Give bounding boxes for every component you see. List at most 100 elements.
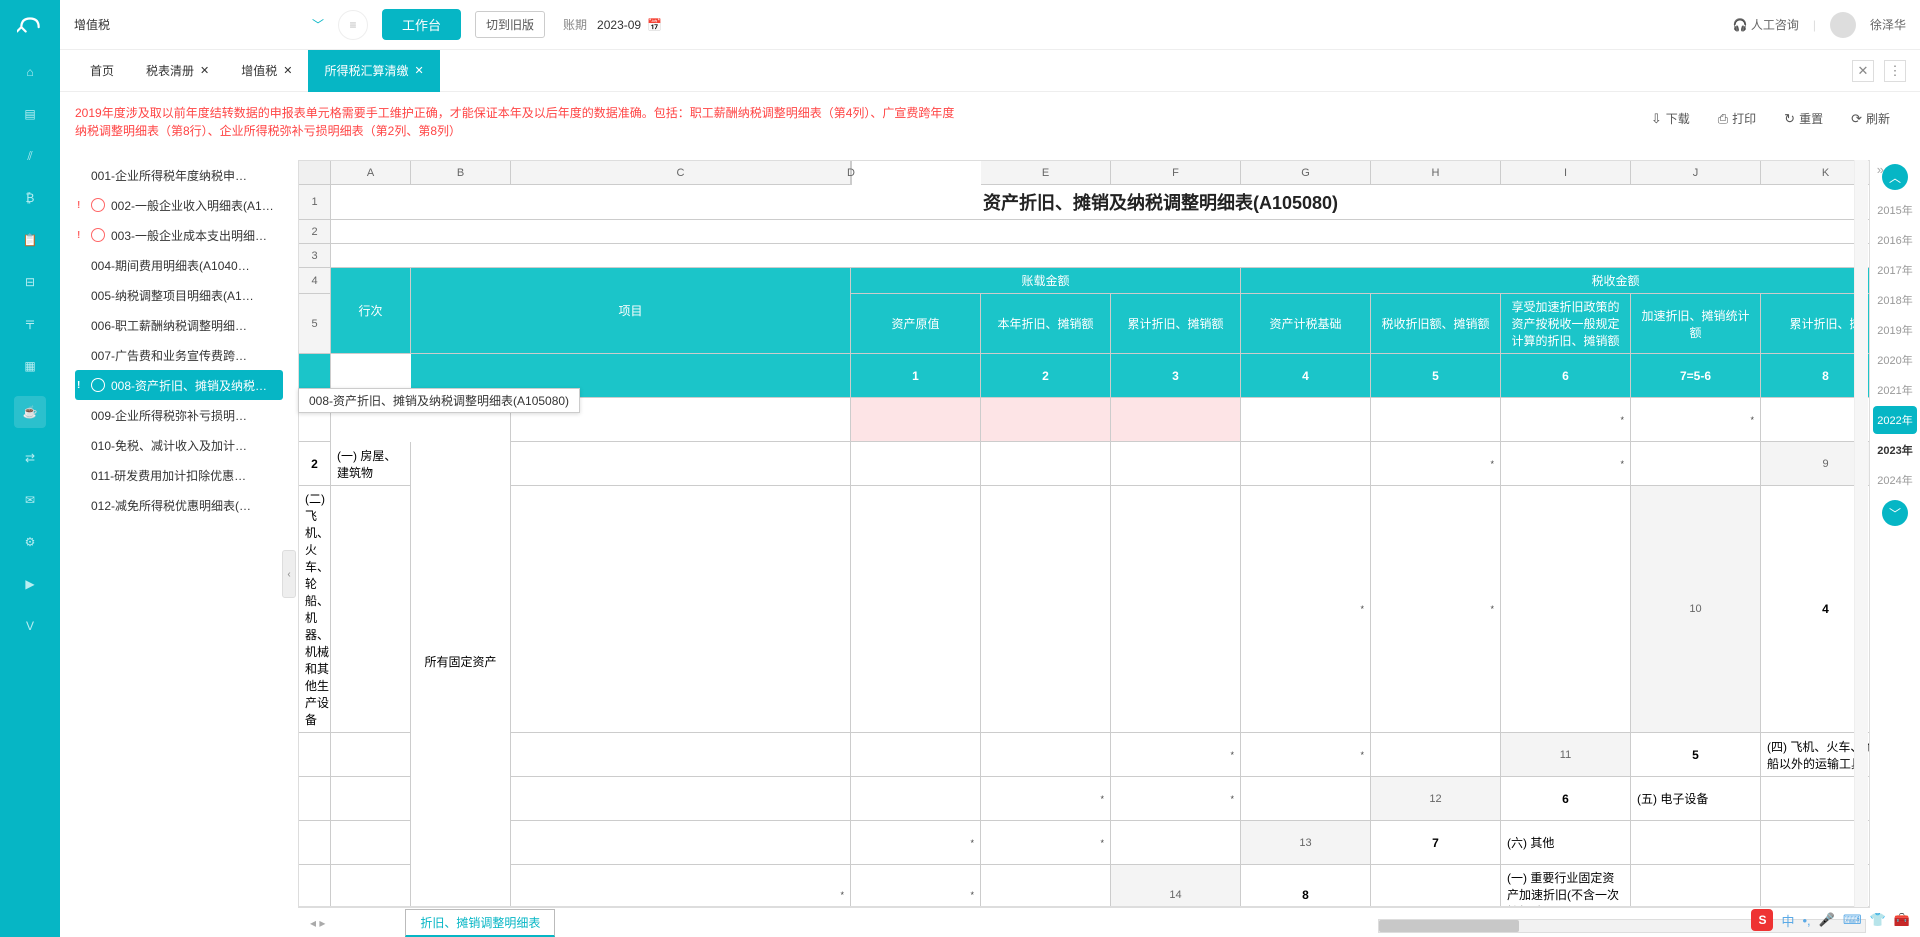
ime-keyboard-icon[interactable]: ⌨ bbox=[1843, 912, 1862, 928]
tab-home[interactable]: 首页 bbox=[74, 50, 130, 92]
row-header[interactable]: 4 bbox=[299, 268, 331, 294]
tab-taxlist[interactable]: 税表清册✕ bbox=[130, 50, 225, 92]
tree-item-002[interactable]: 002-一般企业收入明细表(A1… bbox=[75, 190, 283, 220]
money-icon[interactable]: ₿ bbox=[18, 186, 42, 210]
year-down-icon[interactable]: ﹀ bbox=[1882, 500, 1908, 526]
v-icon[interactable]: V bbox=[18, 614, 42, 638]
clipboard-icon[interactable]: 📋 bbox=[18, 228, 42, 252]
collapse-tree-handle[interactable]: ‹ bbox=[282, 550, 296, 598]
year-2023[interactable]: 2023年 bbox=[1873, 436, 1917, 464]
row-header[interactable]: 1 bbox=[299, 185, 331, 220]
tree-item-008[interactable]: 008-资产折旧、摊销及纳税… bbox=[75, 370, 283, 400]
year-up-icon[interactable]: ︿ bbox=[1882, 164, 1908, 190]
tree-item-011[interactable]: 011-研发费用加计扣除优惠… bbox=[75, 460, 283, 490]
year-2016[interactable]: 2016年 bbox=[1873, 226, 1917, 254]
inbox-icon[interactable]: ⊟ bbox=[18, 270, 42, 294]
list-icon[interactable]: ≡ bbox=[338, 10, 368, 40]
reset-button[interactable]: ↻重置 bbox=[1784, 110, 1823, 127]
refresh-button[interactable]: ⟳刷新 bbox=[1851, 110, 1890, 127]
row-header[interactable]: 3 bbox=[299, 244, 331, 268]
year-2018[interactable]: 2018年 bbox=[1873, 286, 1917, 314]
col-header[interactable]: F bbox=[1111, 161, 1241, 185]
col-header[interactable]: A bbox=[331, 161, 411, 185]
tree-item-001[interactable]: 001-企业所得税年度纳税申… bbox=[75, 160, 283, 190]
consult-link[interactable]: 🎧 人工咨询 bbox=[1733, 16, 1799, 33]
settings-icon[interactable]: ⚙ bbox=[18, 530, 42, 554]
year-2020[interactable]: 2020年 bbox=[1873, 346, 1917, 374]
year-2024[interactable]: 2024年 bbox=[1873, 466, 1917, 494]
app-logo-icon[interactable] bbox=[0, 0, 60, 50]
year-2021[interactable]: 2021年 bbox=[1873, 376, 1917, 404]
col-header[interactable]: J bbox=[1631, 161, 1761, 185]
row-header[interactable]: 2 bbox=[299, 220, 331, 244]
ime-punct-icon[interactable]: •, bbox=[1803, 913, 1811, 928]
tree-item-005[interactable]: 005-纳税调整项目明细表(A1… bbox=[75, 280, 283, 310]
video-icon[interactable]: ▶ bbox=[18, 572, 42, 596]
col-header[interactable]: H bbox=[1371, 161, 1501, 185]
close-icon[interactable]: ✕ bbox=[283, 64, 292, 77]
row-header[interactable]: 5 bbox=[299, 294, 331, 354]
switch-old-button[interactable]: 切到旧版 bbox=[475, 11, 545, 38]
mail-icon[interactable]: ✉ bbox=[18, 488, 42, 512]
year-2015[interactable]: 2015年 bbox=[1873, 196, 1917, 224]
tree-item-007[interactable]: 007-广告费和业务宣传费跨… bbox=[75, 340, 283, 370]
breadcrumb[interactable]: 增值税 ﹀ bbox=[74, 16, 324, 33]
download-button[interactable]: ⇩下载 bbox=[1651, 110, 1690, 127]
col-header[interactable]: C bbox=[511, 161, 851, 185]
col-header[interactable]: B bbox=[411, 161, 511, 185]
sheet-nav-prev[interactable]: ◂ ▸ bbox=[310, 916, 325, 930]
tree-item-003[interactable]: 003-一般企业成本支出明细… bbox=[75, 220, 283, 250]
year-2019[interactable]: 2019年 bbox=[1873, 316, 1917, 344]
year-2017[interactable]: 2017年 bbox=[1873, 256, 1917, 284]
avatar[interactable] bbox=[1830, 12, 1856, 38]
sheet-tab[interactable]: 折旧、摊销调整明细表 bbox=[405, 909, 555, 937]
ime-mic-icon[interactable]: 🎤 bbox=[1819, 912, 1835, 928]
tax-icon[interactable]: ☕ bbox=[14, 396, 46, 428]
ime-mode[interactable]: 中 bbox=[1781, 911, 1794, 930]
transfer-icon[interactable]: ⇄ bbox=[18, 446, 42, 470]
warning-text: 2019年度涉及取以前年度结转数据的申报表单元格需要手工维护正确，才能保证本年及… bbox=[75, 104, 955, 140]
tab-income-tax[interactable]: 所得税汇算清缴✕ bbox=[308, 50, 439, 92]
tree-item-006[interactable]: 006-职工薪酬纳税调整明细… bbox=[75, 310, 283, 340]
chevron-down-icon: ﹀ bbox=[312, 16, 324, 33]
year-2022[interactable]: 2022年 bbox=[1873, 406, 1917, 434]
corner-cell bbox=[299, 161, 331, 185]
calendar-icon[interactable]: 📅 bbox=[647, 18, 662, 32]
workspace-button[interactable]: 工作台 bbox=[382, 9, 461, 40]
header-c7: 加速折旧、摊销统计额 bbox=[1631, 294, 1761, 354]
close-icon[interactable]: ✕ bbox=[415, 64, 424, 77]
tree-item-004[interactable]: 004-期间费用明细表(A1040… bbox=[75, 250, 283, 280]
more-button[interactable]: ⋮ bbox=[1884, 60, 1906, 82]
stamp-icon[interactable]: 〒 bbox=[18, 312, 42, 336]
col-header[interactable]: D bbox=[851, 161, 852, 185]
ime-tool-icon[interactable]: 🧰 bbox=[1894, 912, 1910, 928]
vertical-scrollbar[interactable] bbox=[1854, 160, 1868, 907]
category-cell[interactable]: 所有固定资产 bbox=[411, 398, 511, 907]
col-header[interactable]: G bbox=[1241, 161, 1371, 185]
chart-icon[interactable]: ▦ bbox=[18, 354, 42, 378]
home-icon[interactable]: ⌂ bbox=[18, 60, 42, 84]
tab-vat[interactable]: 增值税✕ bbox=[225, 50, 308, 92]
page-actions: ⇩下载 ⎙打印 ↻重置 ⟳刷新 bbox=[1651, 110, 1890, 127]
close-icon[interactable]: ✕ bbox=[200, 64, 209, 77]
ime-skin-icon[interactable]: 👕 bbox=[1870, 912, 1886, 928]
tree-item-012[interactable]: 012-减免所得税优惠明细表(… bbox=[75, 490, 283, 520]
year-selector: ︿ 2015年 2016年 2017年 2018年 2019年 2020年 20… bbox=[1870, 160, 1920, 530]
ime-logo-icon[interactable]: S bbox=[1751, 909, 1773, 931]
col-header[interactable]: E bbox=[981, 161, 1111, 185]
finance-icon[interactable]: ▤ bbox=[18, 102, 42, 126]
close-all-button[interactable]: ✕ bbox=[1852, 60, 1874, 82]
header-project: 项目 bbox=[411, 268, 851, 354]
ime-bar: S 中 •, 🎤 ⌨ 👕 🧰 bbox=[1751, 909, 1910, 931]
username: 徐泽华 bbox=[1870, 16, 1906, 33]
scrollbar-thumb[interactable] bbox=[1379, 920, 1519, 932]
print-button[interactable]: ⎙打印 bbox=[1718, 110, 1756, 127]
period-label: 账期 bbox=[563, 16, 587, 33]
download-icon: ⇩ bbox=[1651, 111, 1662, 127]
report-icon[interactable]: ⫽ bbox=[18, 144, 42, 168]
left-sidebar: ⌂ ▤ ⫽ ₿ 📋 ⊟ 〒 ▦ ☕ ⇄ ✉ ⚙ ▶ V bbox=[0, 0, 60, 937]
breadcrumb-text: 增值税 bbox=[74, 16, 110, 33]
col-header[interactable]: I bbox=[1501, 161, 1631, 185]
tree-item-009[interactable]: 009-企业所得税弥补亏损明… bbox=[75, 400, 283, 430]
tree-item-010[interactable]: 010-免税、减计收入及加计… bbox=[75, 430, 283, 460]
